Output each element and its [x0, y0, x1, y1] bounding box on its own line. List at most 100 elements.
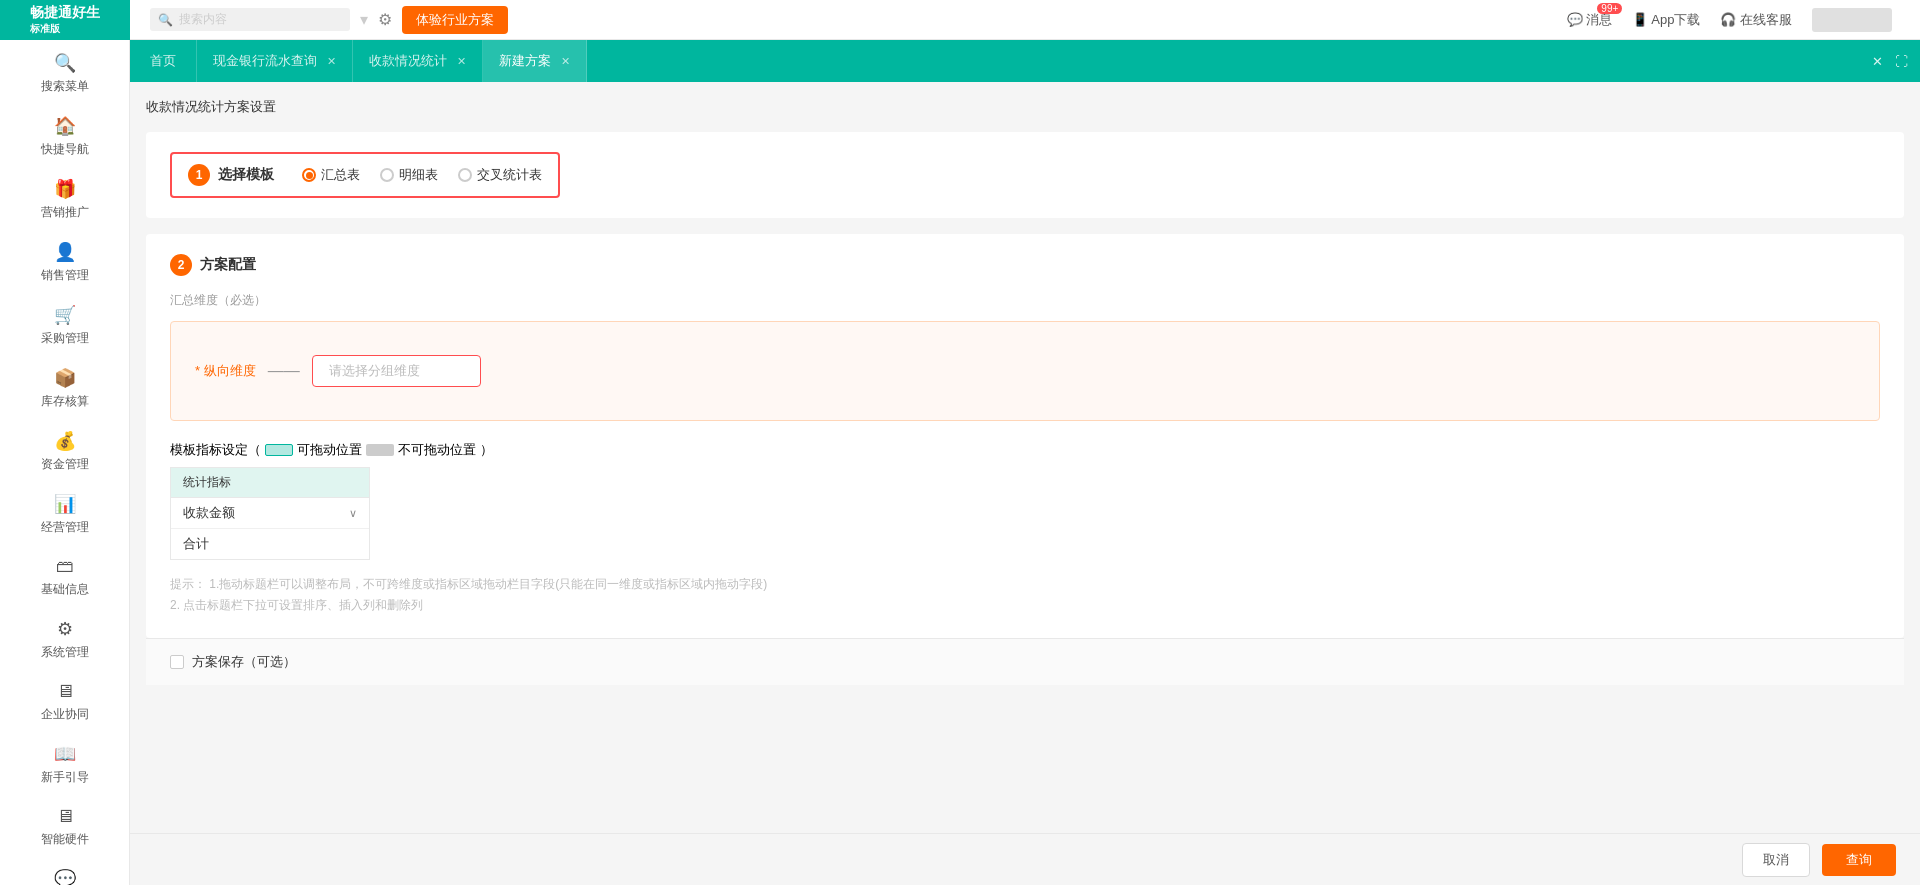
amount-chevron[interactable]: ∨: [349, 507, 357, 520]
vertical-dim-label: * 纵向维度: [195, 362, 256, 380]
sidebar-item-label: 新手引导: [41, 769, 89, 786]
service-label: 在线客服: [1740, 12, 1792, 27]
radio-cross[interactable]: 交叉统计表: [458, 166, 542, 184]
legend-nondraggable: 不可拖动位置: [366, 441, 476, 459]
logo-text: 畅捷通好生: [30, 4, 100, 22]
sidebar-item-guide[interactable]: 📖 新手引导: [0, 731, 129, 794]
sidebar-item-marketing[interactable]: 🎁 营销推广: [0, 166, 129, 229]
save-checkbox[interactable]: [170, 655, 184, 669]
bottom-bar: 取消 查询: [130, 833, 1920, 885]
step1-circle: 1: [188, 164, 210, 186]
sidebar-item-label: 采购管理: [41, 330, 89, 347]
tab-close-all[interactable]: ✕: [1872, 54, 1883, 69]
service-icon: 🎧: [1720, 12, 1736, 27]
purchase-icon: 🛒: [54, 304, 76, 326]
sidebar-item-basic[interactable]: 🗃 基础信息: [0, 544, 129, 606]
basic-icon: 🗃: [56, 556, 74, 577]
amount-label: 收款金额: [183, 504, 235, 522]
operation-icon: 📊: [54, 493, 76, 515]
guide-icon: 📖: [54, 743, 76, 765]
sidebar-item-inventory[interactable]: 📦 库存核算: [0, 355, 129, 418]
query-button[interactable]: 查询: [1822, 844, 1896, 876]
tab-home[interactable]: 首页: [130, 40, 197, 82]
tab-new-plan-label: 新建方案: [499, 52, 551, 70]
cancel-button[interactable]: 取消: [1742, 843, 1810, 877]
sidebar-item-label: 智能硬件: [41, 831, 89, 848]
sidebar-item-label: 搜索菜单: [41, 78, 89, 95]
tab-cashflow-close[interactable]: ✕: [327, 55, 336, 68]
tab-maximize[interactable]: ⛶: [1895, 54, 1908, 69]
legend-draggable-label: 可拖动位置: [297, 441, 362, 459]
app-logo: 畅捷通好生 标准版: [0, 0, 130, 40]
dropdown-icon[interactable]: ▾: [360, 10, 368, 29]
indicator-sum: 合计: [171, 529, 369, 559]
sidebar-item-purchase[interactable]: 🛒 采购管理: [0, 292, 129, 355]
sidebar-item-corp[interactable]: 🖥 企业协同: [0, 669, 129, 731]
tab-new-plan[interactable]: 新建方案 ✕: [483, 40, 587, 82]
page-content: 收款情况统计方案设置 1 选择模板: [130, 82, 1920, 833]
dim-select[interactable]: 请选择分组维度: [312, 355, 481, 387]
download-label: App下载: [1651, 12, 1700, 27]
tabbar-actions: ✕ ⛶: [1860, 54, 1920, 69]
indicator-area: 统计指标 收款金额 ∨ 合计: [170, 467, 370, 560]
tab-receivable[interactable]: 收款情况统计 ✕: [353, 40, 483, 82]
template-selection: 1 选择模板 汇总表: [170, 152, 560, 198]
sidebar-item-operation[interactable]: 📊 经营管理: [0, 481, 129, 544]
sidebar-item-label: 系统管理: [41, 644, 89, 661]
dim-arrow: ——: [268, 362, 300, 380]
content-area: 首页 现金银行流水查询 ✕ 收款情况统计 ✕ 新建方案 ✕ ✕ ⛶: [130, 40, 1920, 885]
sidebar-item-label: 快捷导航: [41, 141, 89, 158]
dim-placeholder: 请选择分组维度: [329, 363, 420, 378]
tip-2: 2. 点击标题栏下拉可设置排序、插入列和删除列: [170, 597, 1880, 614]
sidebar-item-system[interactable]: ⚙ 系统管理: [0, 606, 129, 669]
tab-receivable-close[interactable]: ✕: [457, 55, 466, 68]
message-count: 99+: [1597, 3, 1622, 14]
sidebar-item-finance[interactable]: 💰 资金管理: [0, 418, 129, 481]
corp-icon: 🖥: [56, 681, 74, 702]
sidebar-item-label: 销售管理: [41, 267, 89, 284]
sidebar-item-label: 企业协同: [41, 706, 89, 723]
radio-cross-dot: [458, 168, 472, 182]
sidebar-item-hardware[interactable]: 🖥 智能硬件: [0, 794, 129, 856]
sidebar-item-nav[interactable]: 🏠 快捷导航: [0, 103, 129, 166]
sidebar-item-sales[interactable]: 👤 销售管理: [0, 229, 129, 292]
step2-number: 2: [178, 258, 185, 272]
radio-summary-label: 汇总表: [321, 166, 360, 184]
download-area[interactable]: 📱 App下载: [1632, 11, 1700, 29]
radio-summary[interactable]: 汇总表: [302, 166, 360, 184]
vertical-dimension-row: * 纵向维度 —— 请选择分组维度: [195, 355, 481, 387]
industry-btn[interactable]: 体验行业方案: [402, 6, 508, 34]
system-icon: ⚙: [57, 618, 73, 640]
search-area[interactable]: 🔍 搜索内容: [150, 8, 350, 31]
radio-detail[interactable]: 明细表: [380, 166, 438, 184]
tip-1: 提示： 1.拖动标题栏可以调整布局，不可跨维度或指标区域拖动栏目字段(只能在同一…: [170, 576, 1880, 593]
logo-sub: 标准版: [30, 22, 100, 36]
service-area[interactable]: 🎧 在线客服: [1720, 11, 1792, 29]
step2-label-row: 2 方案配置: [170, 254, 1880, 276]
sidebar-item-wechat[interactable]: 💬 企业微信: [0, 856, 129, 885]
tab-cashflow[interactable]: 现金银行流水查询 ✕: [197, 40, 353, 82]
indicator-title: 模板指标设定（: [170, 441, 261, 459]
step1-card: 1 选择模板 汇总表: [146, 132, 1904, 218]
sidebar-item-label: 库存核算: [41, 393, 89, 410]
message-area[interactable]: 💬 消息 99+: [1567, 11, 1613, 29]
sidebar-item-label: 营销推广: [41, 204, 89, 221]
finance-icon: 💰: [54, 430, 76, 452]
message-label: 消息: [1586, 12, 1612, 27]
user-area[interactable]: [1812, 8, 1892, 32]
search-icon: 🔍: [158, 13, 173, 27]
indicator-settings: 模板指标设定（ 可拖动位置 不可拖动位置 ）: [170, 441, 1880, 560]
radio-detail-dot: [380, 168, 394, 182]
marketing-icon: 🎁: [54, 178, 76, 200]
settings-icon[interactable]: ⚙: [378, 10, 392, 29]
indicator-header: 统计指标: [171, 468, 369, 498]
sales-icon: 👤: [54, 241, 76, 263]
step2-circle: 2: [170, 254, 192, 276]
page-title: 收款情况统计方案设置: [146, 98, 1904, 116]
tabbar: 首页 现金银行流水查询 ✕ 收款情况统计 ✕ 新建方案 ✕ ✕ ⛶: [130, 40, 1920, 82]
legend-draggable: 可拖动位置: [265, 441, 362, 459]
indicator-row-amount[interactable]: 收款金额 ∨: [171, 498, 369, 529]
tab-new-plan-close[interactable]: ✕: [561, 55, 570, 68]
step2-label: 方案配置: [200, 256, 256, 274]
sidebar-item-search[interactable]: 🔍 搜索菜单: [0, 40, 129, 103]
